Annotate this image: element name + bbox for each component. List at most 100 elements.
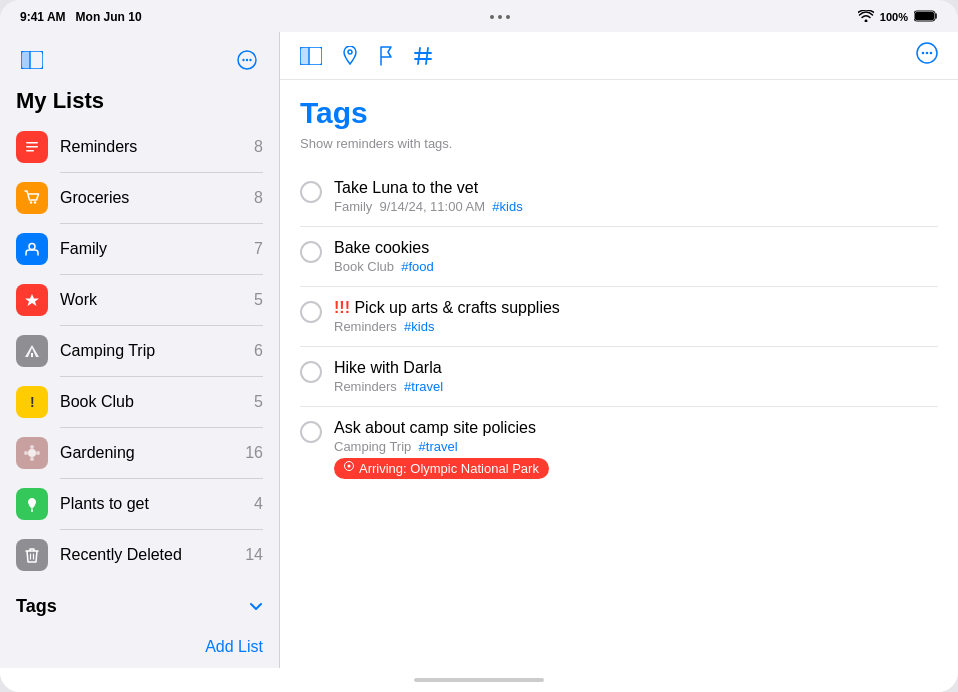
svg-point-24 [36,451,40,455]
reminder-circle-4[interactable] [300,361,322,383]
family-label: Family [60,240,254,258]
plants-icon [16,488,48,520]
svg-point-6 [242,59,244,61]
dot1 [490,15,494,19]
reminder-title-1: Take Luna to the vet [334,179,938,197]
toolbar-icons [300,46,432,66]
svg-rect-1 [915,12,934,20]
reminder-title-4: Hike with Darla [334,359,938,377]
dot2 [498,15,502,19]
sidebar-item-work[interactable]: Work 5 [0,275,279,325]
sidebar-toggle-button[interactable] [16,44,48,76]
sidebar-item-reminders[interactable]: Reminders 8 [0,122,279,172]
battery-icon [914,8,938,26]
groceries-icon [16,182,48,214]
svg-point-37 [922,52,925,55]
reminder-tag-2[interactable]: #food [401,259,434,274]
reminders-label: Reminders [60,138,254,156]
status-center-dots [490,15,510,19]
svg-point-8 [249,59,251,61]
flag-icon[interactable] [378,46,394,66]
reminder-body-4: Hike with Darla Reminders #travel [334,359,938,394]
svg-point-21 [30,445,34,449]
sidebar-item-camping[interactable]: Camping Trip 6 [0,326,279,376]
status-time: 9:41 AM Mon Jun 10 [20,10,142,24]
location-badge-icon [344,461,354,476]
reminder-body-3: !!! Pick up arts & crafts supplies Remin… [334,299,938,334]
reminder-meta-5: Camping Trip #travel [334,439,938,454]
reminder-meta-4: Reminders #travel [334,379,938,394]
svg-marker-15 [25,294,39,306]
svg-point-31 [348,50,352,54]
add-list-button[interactable]: Add List [0,626,279,668]
svg-rect-11 [26,150,34,152]
location-icon[interactable] [342,46,358,66]
bookclub-count: 5 [254,393,263,411]
location-badge: Arriving: Olympic National Park [334,458,549,479]
status-bar: 9:41 AM Mon Jun 10 100% [0,0,958,32]
gardening-label: Gardening [60,444,245,462]
reminder-circle-3[interactable] [300,301,322,323]
sidebar-item-groceries[interactable]: Groceries 8 [0,173,279,223]
tags-header[interactable]: Tags [16,588,263,626]
reminder-tag-5[interactable]: #travel [419,439,458,454]
sidebar-item-family[interactable]: Family 7 [0,224,279,274]
list-view-icon[interactable] [300,47,322,65]
camping-count: 6 [254,342,263,360]
sidebar-item-bookclub[interactable]: ! Book Club 5 [0,377,279,427]
status-right: 100% [858,8,938,26]
tags-subtitle: Show reminders with tags. [300,136,938,151]
battery-level: 100% [880,11,908,23]
work-icon [16,284,48,316]
camping-icon [16,335,48,367]
sidebar-item-gardening[interactable]: Gardening 16 [0,428,279,478]
reminder-title-3: !!! Pick up arts & crafts supplies [334,299,938,317]
reminder-tag-1[interactable]: #kids [492,199,522,214]
svg-point-41 [348,465,351,468]
priority-exclamation: !!! [334,299,350,316]
groceries-label: Groceries [60,189,254,207]
reminder-item: Ask about camp site policies Camping Tri… [300,407,938,491]
svg-rect-2 [21,51,30,69]
svg-point-12 [30,201,32,203]
sidebar-header [0,32,279,84]
main-content: My Lists Reminders 8 [0,32,958,668]
home-indicator [0,668,958,692]
sidebar-item-deleted[interactable]: Recently Deleted 14 [0,530,279,580]
gardening-icon [16,437,48,469]
reminder-circle-2[interactable] [300,241,322,263]
reminder-tag-4[interactable]: #travel [404,379,443,394]
bookclub-icon: ! [16,386,48,418]
gardening-count: 16 [245,444,263,462]
reminders-icon [16,131,48,163]
location-badge-text: Arriving: Olympic National Park [359,461,539,476]
reminder-circle-1[interactable] [300,181,322,203]
reminder-meta-1: Family 9/14/24, 11:00 AM #kids [334,199,938,214]
sidebar-scroll: Reminders 8 Groceries 8 [0,122,279,626]
sidebar: My Lists Reminders 8 [0,32,280,668]
deleted-count: 14 [245,546,263,564]
svg-rect-10 [26,146,38,148]
groceries-count: 8 [254,189,263,207]
reminder-tag-3[interactable]: #kids [404,319,434,334]
sidebar-item-plants[interactable]: Plants to get 4 [0,479,279,529]
plants-label: Plants to get [60,495,254,513]
tags-page-title: Tags [300,96,938,130]
reminder-meta-3: Reminders #kids [334,319,938,334]
svg-point-39 [930,52,933,55]
reminder-circle-5[interactable] [300,421,322,443]
bookclub-label: Book Club [60,393,254,411]
sidebar-more-button[interactable] [231,44,263,76]
svg-rect-28 [300,47,309,65]
add-list-label: Add List [205,638,263,655]
svg-point-13 [34,201,36,203]
tags-chevron-icon [249,598,263,616]
tags-section-title: Tags [16,596,57,617]
reminder-title-2: Bake cookies [334,239,938,257]
toolbar-more-button[interactable] [916,42,938,69]
hashtag-icon[interactable] [414,46,432,66]
deleted-label: Recently Deleted [60,546,245,564]
svg-point-14 [29,244,35,250]
svg-rect-18 [31,353,33,357]
work-label: Work [60,291,254,309]
